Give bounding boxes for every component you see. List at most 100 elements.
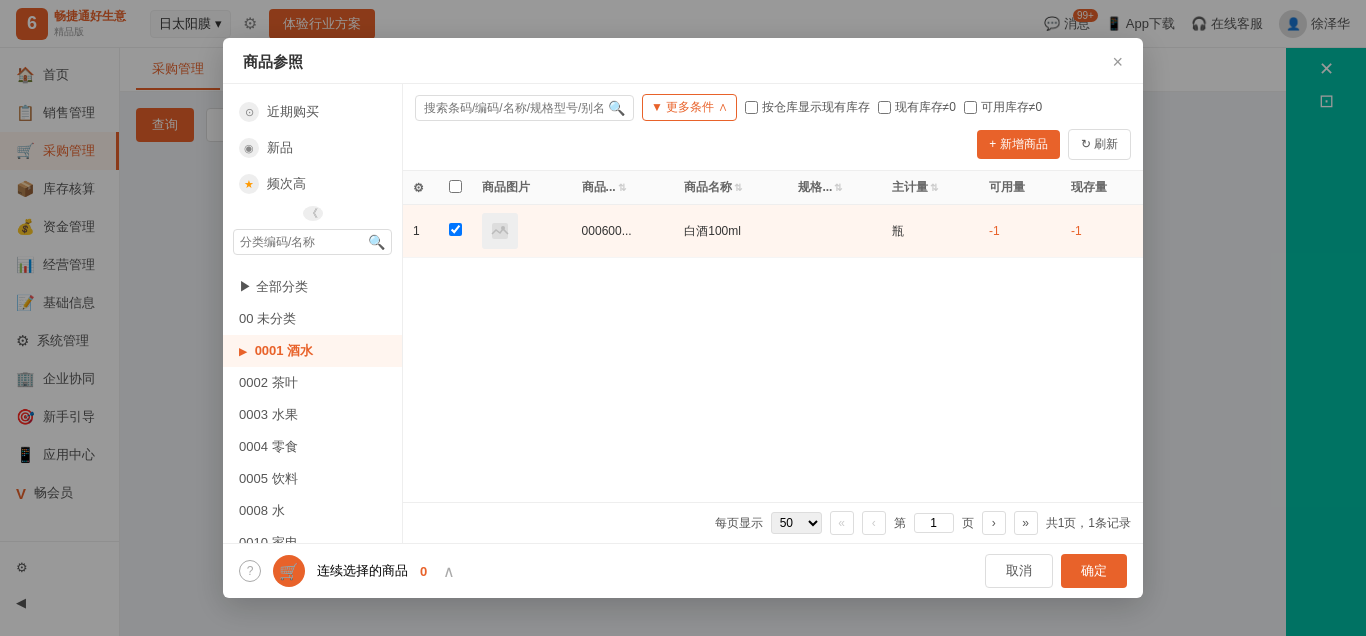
category-search-box[interactable]: 🔍 [233, 229, 392, 255]
cell-spec [788, 205, 882, 258]
th-code-label: 商品... [582, 180, 616, 194]
th-settings[interactable]: ⚙ [403, 171, 439, 205]
next-page-button[interactable]: › [982, 511, 1006, 535]
continuous-select-label: 连续选择的商品 [317, 562, 408, 580]
cell-checkbox[interactable] [439, 205, 472, 258]
table-header: ⚙ 商品图片 商品...⇅ 商品名称⇅ 规格...⇅ 主计量⇅ 可用量 现存量 [403, 171, 1143, 205]
category-search-input[interactable] [240, 235, 364, 249]
th-code[interactable]: 商品...⇅ [572, 171, 675, 205]
product-search-input[interactable] [424, 101, 604, 115]
dialog-title: 商品参照 [243, 53, 303, 72]
cat-code-1: 00 [239, 311, 253, 326]
cat-name-7: 水 [272, 503, 285, 518]
cat-name-4: 水果 [272, 407, 298, 422]
cat-code-8: 0010 [239, 535, 268, 543]
th-checkbox[interactable] [439, 171, 472, 205]
product-thumbnail [482, 213, 518, 249]
page-suffix: 页 [962, 515, 974, 532]
product-reference-dialog: 商品参照 × ⊙ 近期购买 ◉ 新品 ★ 频次高 《 [223, 38, 1143, 598]
cell-unit: 瓶 [882, 205, 979, 258]
th-name-label: 商品名称 [684, 180, 732, 194]
current-stock-checkbox[interactable] [878, 101, 891, 114]
th-spec[interactable]: 规格...⇅ [788, 171, 882, 205]
product-table: ⚙ 商品图片 商品...⇅ 商品名称⇅ 规格...⇅ 主计量⇅ 可用量 现存量 [403, 171, 1143, 258]
cat-code-4: 0003 [239, 407, 268, 422]
cat-code-3: 0002 [239, 375, 268, 390]
cart-count: 0 [420, 564, 427, 579]
category-liquor[interactable]: ▶ 0001 酒水 [223, 335, 402, 367]
category-tea[interactable]: 0002 茶叶 [223, 367, 402, 399]
category-beverage[interactable]: 0005 饮料 [223, 463, 402, 495]
cat-name-1: 未分类 [257, 311, 296, 326]
svg-point-1 [501, 226, 505, 230]
cancel-button[interactable]: 取消 [985, 554, 1053, 588]
new-label: 新品 [267, 139, 293, 157]
category-appliance[interactable]: 0010 家电 [223, 527, 402, 543]
row-checkbox[interactable] [449, 223, 462, 236]
new-product-item[interactable]: ◉ 新品 [223, 130, 402, 166]
th-image: 商品图片 [472, 171, 572, 205]
more-filter-button[interactable]: ▼ 更多条件 ∧ [642, 94, 737, 121]
th-name[interactable]: 商品名称⇅ [674, 171, 788, 205]
page-size-select[interactable]: 10 20 50 100 [771, 512, 822, 534]
help-icon[interactable]: ? [239, 560, 261, 582]
dialog-left-panel: ⊙ 近期购买 ◉ 新品 ★ 频次高 《 🔍 ▶ [223, 84, 403, 543]
cart-icon: 🛒 [279, 562, 299, 581]
dialog-close-button[interactable]: × [1112, 52, 1123, 73]
cart-button[interactable]: 🛒 [273, 555, 305, 587]
th-spec-label: 规格... [798, 180, 832, 194]
collapse-btn[interactable]: 《 [303, 206, 323, 221]
warehouse-stock-label: 按仓库显示现有库存 [762, 99, 870, 116]
category-unclassified[interactable]: 00 未分类 [223, 303, 402, 335]
product-search-box[interactable]: 🔍 [415, 95, 634, 121]
cat-name-6: 饮料 [272, 471, 298, 486]
pagination: 每页显示 10 20 50 100 « ‹ 第 页 › » 共1页，1条记录 [403, 502, 1143, 543]
category-all[interactable]: ▶ 全部分类 [223, 271, 402, 303]
confirm-button[interactable]: 确定 [1061, 554, 1127, 588]
cat-code-5: 0004 [239, 439, 268, 454]
select-all-checkbox[interactable] [449, 180, 462, 193]
th-unit[interactable]: 主计量⇅ [882, 171, 979, 205]
product-search-icon[interactable]: 🔍 [608, 100, 625, 116]
cat-name-8: 家电 [272, 535, 298, 543]
sort-icon-unit: ⇅ [930, 182, 938, 193]
category-all-label: 全部分类 [256, 279, 308, 294]
available-stock-checkbox[interactable] [964, 101, 977, 114]
available-stock-label: 可用库存≠0 [981, 99, 1042, 116]
cat-code-6: 0005 [239, 471, 268, 486]
warehouse-stock-checkbox-label[interactable]: 按仓库显示现有库存 [745, 99, 870, 116]
total-info: 共1页，1条记录 [1046, 515, 1131, 532]
first-page-button[interactable]: « [830, 511, 854, 535]
warehouse-stock-checkbox[interactable] [745, 101, 758, 114]
prev-page-button[interactable]: ‹ [862, 511, 886, 535]
current-stock-checkbox-label[interactable]: 现有库存≠0 [878, 99, 956, 116]
recent-purchase-item[interactable]: ⊙ 近期购买 [223, 94, 402, 130]
category-fruit[interactable]: 0003 水果 [223, 399, 402, 431]
dialog-overlay: 商品参照 × ⊙ 近期购买 ◉ 新品 ★ 频次高 《 [0, 0, 1366, 636]
th-stock: 现存量 [1061, 171, 1143, 205]
dialog-right-panel: 🔍 ▼ 更多条件 ∧ 按仓库显示现有库存 现有库存≠0 可用库存≠0 [403, 84, 1143, 543]
cell-name: 白酒100ml [674, 205, 788, 258]
cat-code-7: 0008 [239, 503, 268, 518]
refresh-button[interactable]: ↻ 刷新 [1068, 129, 1131, 160]
available-stock-checkbox-label[interactable]: 可用库存≠0 [964, 99, 1042, 116]
category-snack[interactable]: 0004 零食 [223, 431, 402, 463]
expand-arrow: ▶ [239, 279, 256, 294]
cart-collapse-icon[interactable]: ∧ [443, 562, 455, 581]
frequent-label: 频次高 [267, 175, 306, 193]
image-placeholder-icon [491, 222, 509, 240]
table-body: 1 [403, 205, 1143, 258]
frequent-item[interactable]: ★ 频次高 [223, 166, 402, 202]
category-water[interactable]: 0008 水 [223, 495, 402, 527]
th-unit-label: 主计量 [892, 180, 928, 194]
add-product-button[interactable]: + 新增商品 [977, 130, 1059, 159]
footer-actions: 取消 确定 [985, 554, 1127, 588]
page-number-input[interactable] [914, 513, 954, 533]
dialog-footer: ? 🛒 连续选择的商品 0 ∧ 取消 确定 [223, 543, 1143, 598]
last-page-button[interactable]: » [1014, 511, 1038, 535]
table-row[interactable]: 1 [403, 205, 1143, 258]
category-search-icon[interactable]: 🔍 [368, 234, 385, 250]
dialog-toolbar: 🔍 ▼ 更多条件 ∧ 按仓库显示现有库存 现有库存≠0 可用库存≠0 [403, 84, 1143, 171]
header-row: ⚙ 商品图片 商品...⇅ 商品名称⇅ 规格...⇅ 主计量⇅ 可用量 现存量 [403, 171, 1143, 205]
th-available: 可用量 [979, 171, 1061, 205]
